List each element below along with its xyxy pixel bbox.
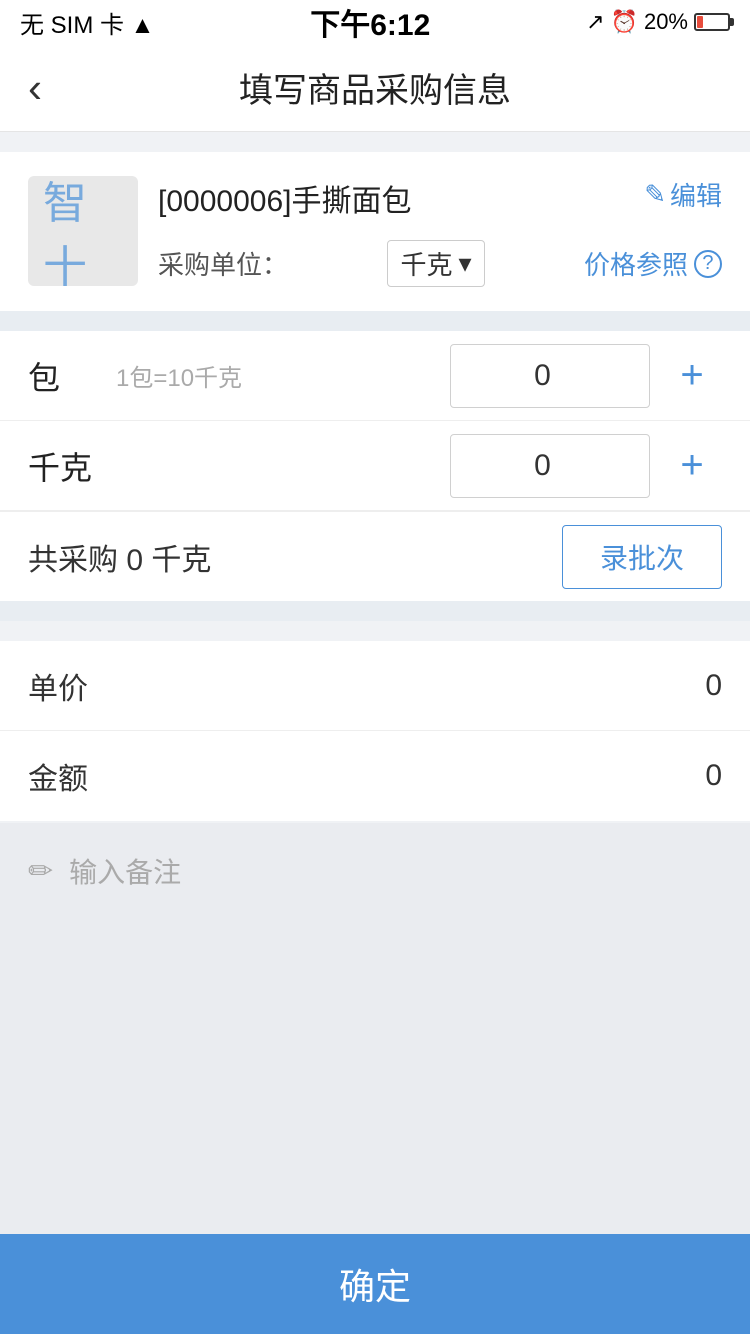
product-unit-row: 采购单位： 千克 ▾ 价格参照 ? xyxy=(158,240,722,287)
kg-label: 千克 xyxy=(28,443,108,489)
kg-input-wrap: + xyxy=(450,434,722,498)
price-ref-label: 价格参照 xyxy=(584,245,688,282)
edit-icon: ✎ xyxy=(644,179,666,210)
status-right: ↗ ⏰ 20% xyxy=(586,9,730,35)
product-header: [0000006]手撕面包 ✎ 编辑 xyxy=(158,176,722,220)
product-card: 智十 [0000006]手撕面包 ✎ 编辑 采购单位： 千克 ▾ 价格参照 ? xyxy=(0,152,750,311)
confirm-button[interactable]: 确定 xyxy=(0,1234,750,1334)
amount-value: 0 xyxy=(705,759,722,793)
unit-value: 千克 xyxy=(400,245,452,282)
record-batch-button[interactable]: 录批次 xyxy=(562,525,722,589)
bao-label: 包 xyxy=(28,353,108,399)
sim-status: 无 SIM 卡 ▲ xyxy=(20,5,154,40)
section-divider-1 xyxy=(0,311,750,331)
record-batch-label: 录批次 xyxy=(600,537,684,577)
unit-select[interactable]: 千克 ▾ xyxy=(387,240,484,287)
price-ref-help-icon: ? xyxy=(694,250,722,278)
confirm-label: 确定 xyxy=(339,1258,411,1310)
edit-label: 编辑 xyxy=(670,176,722,213)
remark-section[interactable]: ✏ 输入备注 xyxy=(0,823,750,919)
battery-indicator xyxy=(694,13,730,31)
amount-label: 金额 xyxy=(28,754,88,798)
section-divider-2 xyxy=(0,601,750,621)
unit-label: 采购单位： xyxy=(158,245,288,282)
status-left: 无 SIM 卡 ▲ xyxy=(20,5,154,40)
bao-sub-label: 1包=10千克 xyxy=(116,358,242,393)
unit-price-row: 单价 0 xyxy=(0,641,750,731)
alarm-icon: ⏰ xyxy=(611,9,638,35)
product-logo: 智十 xyxy=(43,167,123,295)
bao-quantity-row: 包 1包=10千克 + xyxy=(0,331,750,421)
status-time: 下午6:12 xyxy=(310,0,430,44)
edit-button[interactable]: ✎ 编辑 xyxy=(644,176,722,213)
kg-plus-button[interactable]: + xyxy=(662,434,722,498)
bao-input[interactable] xyxy=(450,344,650,408)
summary-text: 共采购 0 千克 xyxy=(28,535,211,579)
amount-row: 金额 0 xyxy=(0,731,750,821)
info-section: 单价 0 金额 0 xyxy=(0,641,750,821)
product-image: 智十 xyxy=(28,176,138,286)
location-icon: ↗ xyxy=(586,9,604,35)
remark-placeholder: 输入备注 xyxy=(69,851,181,891)
unit-price-value: 0 xyxy=(705,669,722,703)
product-name: [0000006]手撕面包 xyxy=(158,176,411,220)
quantity-section: 包 1包=10千克 + 千克 + xyxy=(0,331,750,511)
back-button[interactable]: ‹ xyxy=(28,67,42,109)
summary-row: 共采购 0 千克 录批次 xyxy=(0,511,750,601)
battery-percentage: 20% xyxy=(644,9,688,35)
price-ref-button[interactable]: 价格参照 ? xyxy=(584,245,722,282)
unit-dropdown-icon: ▾ xyxy=(458,248,471,279)
nav-bar: ‹ 填写商品采购信息 xyxy=(0,44,750,132)
product-info: [0000006]手撕面包 ✎ 编辑 采购单位： 千克 ▾ 价格参照 ? xyxy=(158,176,722,287)
bao-plus-button[interactable]: + xyxy=(662,344,722,408)
pencil-icon: ✏ xyxy=(28,854,53,889)
page-spacer xyxy=(0,919,750,1234)
bao-input-wrap: + xyxy=(450,344,722,408)
kg-quantity-row: 千克 + xyxy=(0,421,750,511)
unit-price-label: 单价 xyxy=(28,664,88,708)
page-title: 填写商品采购信息 xyxy=(239,63,511,112)
status-bar: 无 SIM 卡 ▲ 下午6:12 ↗ ⏰ 20% xyxy=(0,0,750,44)
kg-input[interactable] xyxy=(450,434,650,498)
